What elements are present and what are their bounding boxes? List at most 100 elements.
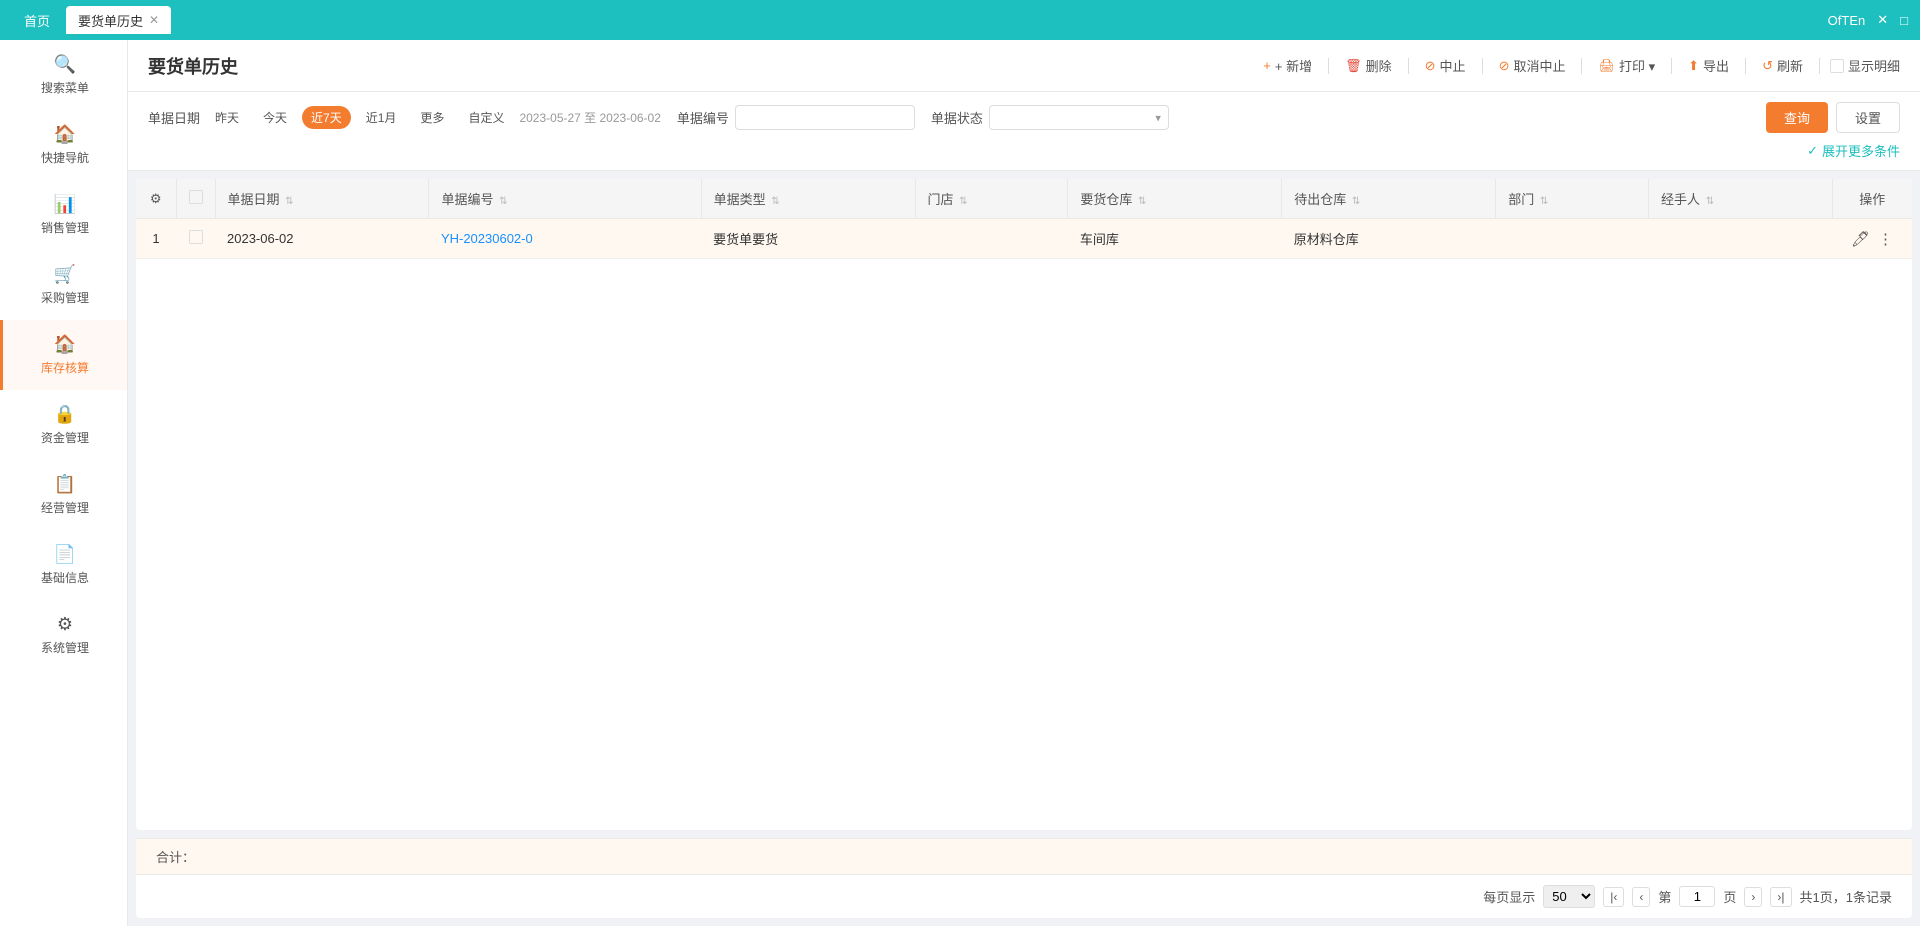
next-page-button[interactable]: › [1744,887,1762,907]
sort-doc-date-icon[interactable]: ⇅ [285,196,293,207]
divider-4 [1581,58,1582,74]
col-req-warehouse: 要货仓库 ⇅ [1068,179,1282,219]
select-all-checkbox[interactable] [189,190,203,204]
sidebar-item-purchase-mgmt[interactable]: 🛒 采购管理 [0,250,127,320]
row-doc-no[interactable]: YH-20230602-0 [429,219,701,259]
refresh-label: 刷新 [1777,56,1803,75]
row-handler [1649,219,1832,259]
delete-button[interactable]: 🗑 删除 [1339,52,1398,79]
row-checkbox[interactable] [189,230,203,244]
stop-button[interactable]: ⊘ 中止 [1419,52,1472,79]
sidebar-item-base-info[interactable]: 📄 基础信息 [0,530,127,600]
row-edit-icon[interactable]: 🖊 [1851,230,1870,248]
page-suffix: 页 [1723,887,1736,906]
doc-no-input[interactable] [735,105,915,130]
sort-req-warehouse-icon[interactable]: ⇅ [1138,196,1146,207]
sidebar-item-ops-mgmt[interactable]: 📋 经营管理 [0,460,127,530]
expand-chevron-icon: ✓ [1807,143,1818,159]
close-tab-icon[interactable]: ✕ [149,13,159,27]
first-page-button[interactable]: |‹ [1603,887,1624,907]
date-btn-1month[interactable]: 近1月 [357,106,406,129]
add-label: + 新增 [1275,56,1312,75]
query-button[interactable]: 查询 [1766,102,1828,133]
date-btn-more[interactable]: 更多 [411,106,453,129]
row-index: 1 [136,219,176,259]
sort-pending-warehouse-icon[interactable]: ⇅ [1352,196,1360,207]
date-btn-yesterday[interactable]: 昨天 [206,106,248,129]
sort-store-icon[interactable]: ⇅ [959,196,967,207]
doc-no-filter: 单据编号 [677,105,915,130]
row-more-icon[interactable]: ⋮ [1878,230,1893,248]
row-ops: 🖊 ⋮ [1844,230,1900,248]
table-header-row: ⚙ 单据日期 ⇅ 单据编号 ⇅ 单据类型 [136,179,1912,219]
prev-page-button[interactable]: ‹ [1632,887,1650,907]
date-btn-custom[interactable]: 自定义 [459,106,513,129]
sort-doc-type-icon[interactable]: ⇅ [771,196,779,207]
page-header: 要货单历史 + + 新增 🗑 删除 ⊘ 中止 [128,40,1920,92]
sidebar-item-quick-nav[interactable]: 🏠 快捷导航 [0,110,127,180]
row-store [915,219,1068,259]
sidebar-item-inventory-calc[interactable]: 🏠 库存核算 [0,320,127,390]
search-menu-icon: 🔍 [54,54,76,75]
col-doc-no: 单据编号 ⇅ [429,179,701,219]
doc-no-link[interactable]: YH-20230602-0 [441,231,533,246]
total-label: 合计： [156,850,195,865]
col-settings[interactable]: ⚙ [136,179,176,219]
sidebar-item-sales-mgmt-label: 销售管理 [41,219,89,236]
col-checkbox[interactable] [176,179,215,219]
sidebar-item-sys-mgmt[interactable]: ⚙ 系统管理 [0,600,127,670]
sidebar-item-sales-mgmt[interactable]: 📊 销售管理 [0,180,127,250]
refresh-icon: ↺ [1762,58,1773,74]
doc-status-filter: 单据状态 [931,105,1169,130]
sidebar-item-finance-mgmt[interactable]: 🔒 资金管理 [0,390,127,460]
refresh-button[interactable]: ↺ 刷新 [1756,52,1809,79]
tab-home[interactable]: 首页 [12,6,62,34]
sort-doc-no-icon[interactable]: ⇅ [499,196,507,207]
tab-requisition-history[interactable]: 要货单历史 ✕ [66,6,171,34]
print-button[interactable]: 🖨 打印 ▾ [1592,52,1661,79]
date-buttons: 昨天 今天 近7天 近1月 更多 自定义 [206,106,513,129]
doc-status-select[interactable] [989,105,1169,130]
add-icon: + [1263,58,1271,73]
often-label[interactable]: OfTEn [1828,13,1866,28]
delete-icon: 🗑 [1345,58,1362,74]
page-size-select[interactable]: 20 50 100 [1543,885,1595,908]
doc-no-label: 单据编号 [677,108,729,127]
quick-nav-icon: 🏠 [54,124,76,145]
row-ops-cell: 🖊 ⋮ [1832,219,1912,259]
table-row[interactable]: 1 2023-06-02 YH-20230602-0 要货单要货 车间库 原材料… [136,219,1912,259]
col-handler-label: 经手人 [1661,192,1700,207]
sidebar-item-quick-nav-label: 快捷导航 [41,149,89,166]
col-doc-no-label: 单据编号 [441,192,493,207]
page-number-input[interactable] [1679,886,1715,907]
setting-button[interactable]: 设置 [1836,102,1900,133]
stop-icon: ⊘ [1425,58,1436,74]
sort-department-icon[interactable]: ⇅ [1540,196,1548,207]
row-department [1496,219,1649,259]
col-req-warehouse-label: 要货仓库 [1080,192,1132,207]
add-button[interactable]: + + 新增 [1257,52,1318,79]
window-close-icon[interactable]: ✕ [1877,12,1888,28]
export-label: 导出 [1703,56,1729,75]
date-btn-7days[interactable]: 近7天 [302,106,351,129]
sort-handler-icon[interactable]: ⇅ [1706,196,1714,207]
top-bar-right: OfTEn ✕ □ [1828,12,1908,28]
sidebar-item-ops-mgmt-label: 经营管理 [41,499,89,516]
sidebar-item-search-menu-label: 搜索菜单 [41,79,89,96]
sidebar-item-finance-mgmt-label: 资金管理 [41,429,89,446]
expand-more-btn[interactable]: ✓ 展开更多条件 [1807,141,1900,160]
display-detail-checkbox[interactable] [1830,59,1844,73]
window-maximize-icon[interactable]: □ [1900,13,1908,28]
divider-6 [1745,58,1746,74]
row-checkbox-cell[interactable] [176,219,215,259]
sidebar-item-base-info-label: 基础信息 [41,569,89,586]
display-detail-toggle[interactable]: 显示明细 [1830,56,1900,75]
cancel-stop-button[interactable]: ⊘ 取消中止 [1493,52,1572,79]
divider-7 [1819,58,1820,74]
export-icon: ⬆ [1688,58,1699,74]
last-page-button[interactable]: ›| [1770,887,1791,907]
sidebar-item-search-menu[interactable]: 🔍 搜索菜单 [0,40,127,110]
expand-label: 展开更多条件 [1822,141,1900,160]
date-btn-today[interactable]: 今天 [254,106,296,129]
export-button[interactable]: ⬆ 导出 [1682,52,1735,79]
